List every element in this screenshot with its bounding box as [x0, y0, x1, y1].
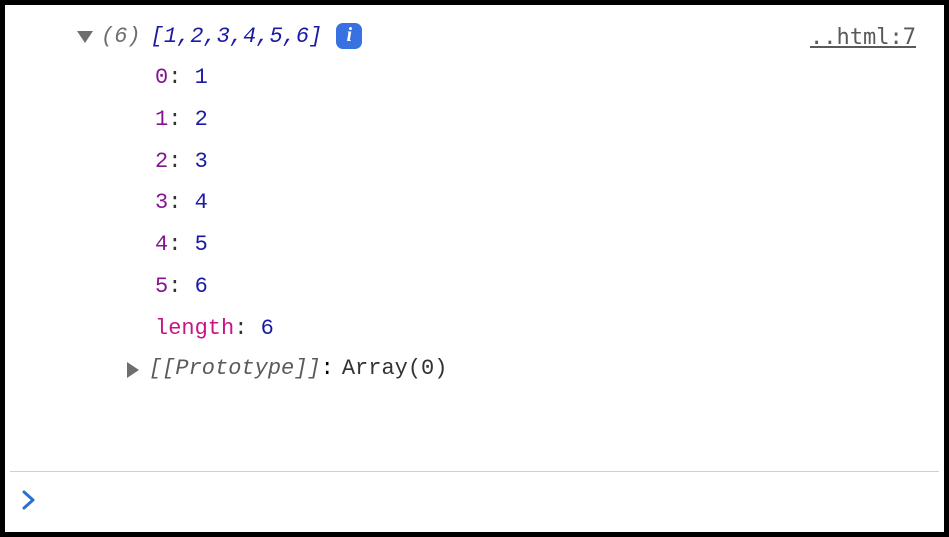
preview-value: 4: [243, 24, 256, 49]
prototype-key: [[Prototype]]: [149, 356, 321, 381]
console-prompt[interactable]: [21, 490, 37, 510]
preview-value: 6: [296, 24, 309, 49]
array-entry[interactable]: 1: 2: [155, 99, 922, 141]
preview-value: 1: [164, 24, 177, 49]
array-entry[interactable]: 2: 3: [155, 141, 922, 183]
entry-value: 5: [195, 232, 208, 257]
preview-value: 5: [269, 24, 282, 49]
preview-sep: ,: [203, 24, 216, 49]
entry-index: 2: [155, 149, 168, 174]
array-entry[interactable]: 0: 1: [155, 57, 922, 99]
entry-value: 4: [195, 190, 208, 215]
preview-sep: ,: [256, 24, 269, 49]
length-key: length: [155, 316, 234, 341]
disclosure-triangle-right-icon[interactable]: [127, 362, 139, 378]
array-summary[interactable]: (6) [ 1, 2, 3, 4, 5, 6 ] i: [77, 23, 922, 49]
array-length-hint: (6): [101, 24, 141, 49]
entry-value: 2: [195, 107, 208, 132]
length-value: 6: [261, 316, 274, 341]
entry-index: 0: [155, 65, 168, 90]
entry-value: 1: [195, 65, 208, 90]
info-icon[interactable]: i: [336, 23, 362, 49]
row-divider: [10, 471, 939, 472]
entry-index: 1: [155, 107, 168, 132]
array-entry[interactable]: 4: 5: [155, 224, 922, 266]
array-expanded-entries: 0: 1 1: 2 2: 3 3: 4 4: 5 5: 6 length: 6: [77, 57, 922, 350]
preview-sep: ,: [283, 24, 296, 49]
array-entry[interactable]: 5: 6: [155, 266, 922, 308]
preview-value: 3: [217, 24, 230, 49]
source-link[interactable]: ..html:7: [810, 25, 916, 50]
disclosure-triangle-down-icon[interactable]: [77, 31, 93, 43]
console-panel: ..html:7 (6) [ 1, 2, 3, 4, 5, 6 ] i 0: 1…: [0, 0, 949, 537]
entry-index: 5: [155, 274, 168, 299]
prototype-value: Array(0): [342, 356, 448, 381]
array-entry[interactable]: 3: 4: [155, 182, 922, 224]
prototype-entry[interactable]: [[Prototype]]: Array(0): [77, 356, 922, 381]
array-length-entry[interactable]: length: 6: [155, 308, 922, 350]
entry-index: 3: [155, 190, 168, 215]
entry-index: 4: [155, 232, 168, 257]
preview-sep: ,: [230, 24, 243, 49]
bracket-open: [: [151, 24, 164, 49]
preview-value: 2: [190, 24, 203, 49]
console-log-row: (6) [ 1, 2, 3, 4, 5, 6 ] i 0: 1 1: 2 2: …: [27, 23, 922, 381]
preview-sep: ,: [177, 24, 190, 49]
bracket-close: ]: [309, 24, 322, 49]
entry-value: 3: [195, 149, 208, 174]
entry-value: 6: [195, 274, 208, 299]
